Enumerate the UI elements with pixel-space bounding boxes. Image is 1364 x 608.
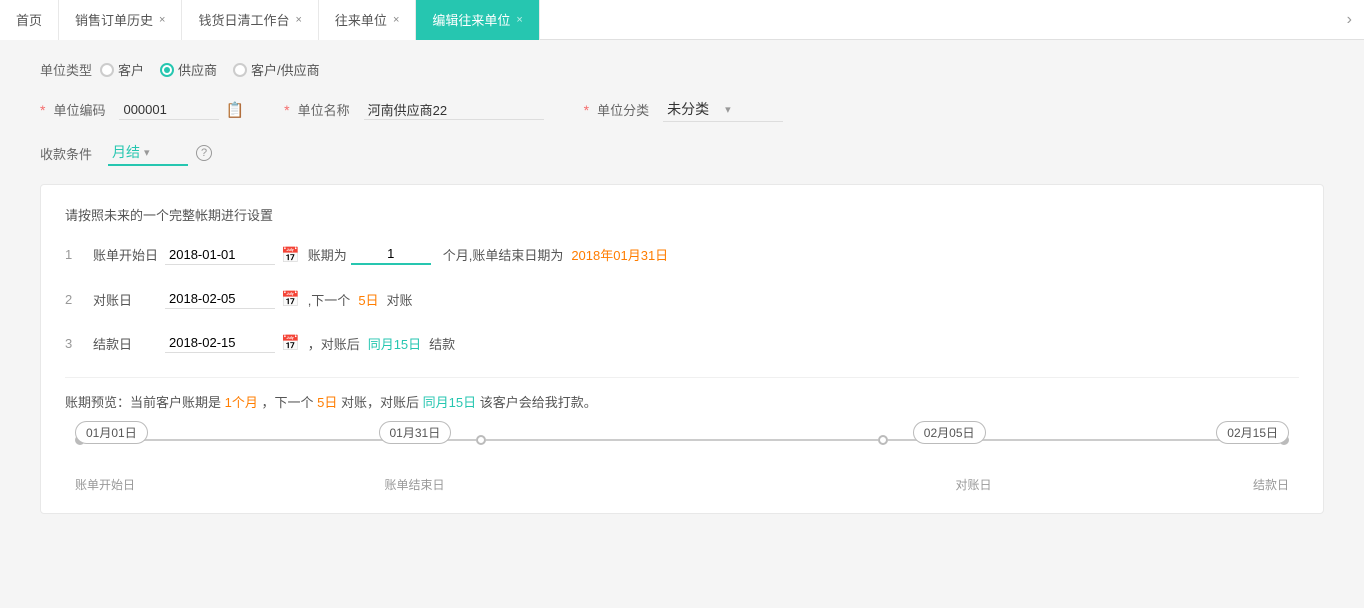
row-3-date-field: 📅 xyxy=(165,333,300,353)
row-2-num: 2 xyxy=(65,292,93,307)
help-icon[interactable]: ? xyxy=(196,145,212,161)
tab-home[interactable]: 首页 xyxy=(0,0,59,40)
preview-end: 该客户会给我打款。 xyxy=(480,395,597,410)
row-2-calendar-icon[interactable]: 📅 xyxy=(281,290,300,308)
category-dropdown[interactable]: 未分类 ▾ xyxy=(663,97,783,122)
row-3-num: 3 xyxy=(65,336,93,351)
unit-name-field: * 单位名称 xyxy=(284,100,543,120)
row-3-date-input[interactable] xyxy=(165,333,275,353)
preview-part3: 同月15日 xyxy=(423,395,476,410)
name-required-star: * xyxy=(284,102,289,118)
tl-node-0: 01月01日 xyxy=(75,421,148,472)
row-3-calendar-icon[interactable]: 📅 xyxy=(281,334,300,352)
name-label: 单位名称 xyxy=(298,100,350,119)
tab-close-sales-history[interactable]: × xyxy=(159,14,165,26)
row-3-type: 结款日 xyxy=(93,334,165,353)
tab-close-partner-units[interactable]: × xyxy=(393,14,399,26)
code-input[interactable] xyxy=(119,100,219,120)
settings-card: 请按照未来的一个完整帐期进行设置 1 账单开始日 📅 账期为 个月,账单结束日期… xyxy=(40,184,1324,514)
tab-cash-work[interactable]: 钱货日清工作台 × xyxy=(182,0,318,40)
row-2-desc-prefix: ,下一个 xyxy=(308,290,351,309)
row-2-date-input[interactable] xyxy=(165,289,275,309)
settings-instruction: 请按照未来的一个完整帐期进行设置 xyxy=(65,205,1299,224)
row-3-desc-suffix: 结款 xyxy=(429,334,455,353)
row-1-desc-suffix: 个月,账单结束日期为 xyxy=(443,245,564,264)
tl-badge-2: 02月05日 xyxy=(913,421,986,444)
timeline-labels-row: 账单开始日 账单结束日 对账日 结款日 xyxy=(75,476,1289,493)
preview-part1: 1个月 xyxy=(225,395,258,410)
tl-label-1: 账单结束日 xyxy=(135,476,694,493)
tl-label-3: 结款日 xyxy=(1253,476,1289,493)
cat-label: 单位分类 xyxy=(597,100,649,119)
unit-type-label: 单位类型 xyxy=(40,60,92,79)
row-1-calendar-icon[interactable]: 📅 xyxy=(281,246,300,264)
tab-edit-partner[interactable]: 编辑往来单位 × xyxy=(416,0,539,40)
payment-dropdown-arrow: ▾ xyxy=(144,146,150,159)
tl-node-1: 01月31日 xyxy=(148,421,682,472)
unit-type-radio-group: 客户 供应商 客户/供应商 xyxy=(100,60,320,79)
radio-both-circle xyxy=(233,63,247,77)
unit-type-row: 单位类型 客户 供应商 客户/供应商 xyxy=(40,60,1324,79)
setting-row-3: 3 结款日 📅 ，对账后 同月15日 结款 xyxy=(65,333,1299,353)
row-1-date-field: 📅 xyxy=(165,245,300,265)
row-2-type: 对账日 xyxy=(93,290,165,309)
tab-close-cash-work[interactable]: × xyxy=(295,14,301,26)
tab-partner-units[interactable]: 往来单位 × xyxy=(319,0,416,40)
category-dropdown-arrow: ▾ xyxy=(725,103,779,116)
tl-node-3: 02月15日 xyxy=(1216,421,1289,472)
preview-middle1: ，下一个 xyxy=(262,395,314,410)
name-input[interactable] xyxy=(364,100,544,120)
row-1-num: 1 xyxy=(65,247,93,262)
row-3-desc-prefix: ，对账后 xyxy=(308,334,360,353)
tab-close-edit-partner[interactable]: × xyxy=(516,14,522,26)
preview-label: 账期预览：当前客户账期是 xyxy=(65,395,221,410)
tl-node-2: 02月05日 xyxy=(682,421,1216,472)
unit-category-field: * 单位分类 未分类 ▾ xyxy=(584,97,783,122)
cat-required-star: * xyxy=(584,102,589,118)
tl-badge-1: 01月31日 xyxy=(379,421,452,444)
tl-badge-0: 01月01日 xyxy=(75,421,148,444)
radio-both[interactable]: 客户/供应商 xyxy=(233,60,320,79)
row-1-period-input[interactable] xyxy=(351,244,431,265)
radio-supplier[interactable]: 供应商 xyxy=(160,60,217,79)
radio-supplier-circle xyxy=(160,63,174,77)
payment-row: 收款条件 月结 ▾ ? xyxy=(40,140,1324,166)
row-1-type: 账单开始日 xyxy=(93,245,165,264)
payment-dropdown[interactable]: 月结 ▾ xyxy=(108,140,188,166)
row-2-date-field: 📅 xyxy=(165,289,300,309)
row-1-date-input[interactable] xyxy=(165,245,275,265)
unit-code-field: * 单位编码 📋 xyxy=(40,100,244,120)
setting-row-1: 1 账单开始日 📅 账期为 个月,账单结束日期为 2018年01月31日 xyxy=(65,244,1299,265)
row-1-highlight: 2018年01月31日 xyxy=(571,245,668,264)
row-1-desc-prefix: 账期为 xyxy=(308,245,347,264)
code-label: 单位编码 xyxy=(53,100,105,119)
payment-label: 收款条件 xyxy=(40,144,92,163)
code-name-category-row: * 单位编码 📋 * 单位名称 * 单位分类 未分类 ▾ xyxy=(40,97,1324,122)
code-required-star: * xyxy=(40,102,45,118)
tl-label-2: 对账日 xyxy=(694,476,1253,493)
preview-middle2: 对账，对账后 xyxy=(341,395,419,410)
tabs-bar: 首页 销售订单历史 × 钱货日清工作台 × 往来单位 × 编辑往来单位 × › xyxy=(0,0,1364,40)
row-3-highlight2: 同月15日 xyxy=(368,334,421,353)
preview-part2: 5日 xyxy=(317,395,337,410)
radio-customer[interactable]: 客户 xyxy=(100,60,144,79)
page-content: 单位类型 客户 供应商 客户/供应商 * 单位编码 📋 * 单位名称 xyxy=(0,40,1364,608)
tabs-scroll-right[interactable]: › xyxy=(1335,11,1364,29)
timeline-badges-row: 01月01日 01月31日 02月05日 02月15日 xyxy=(75,421,1289,472)
setting-row-2: 2 对账日 📅 ,下一个 5日 对账 xyxy=(65,289,1299,309)
code-calendar-icon[interactable]: 📋 xyxy=(225,101,244,119)
row-2-desc-suffix: 对账 xyxy=(387,290,413,309)
tab-sales-history[interactable]: 销售订单历史 × xyxy=(59,0,182,40)
preview-text: 账期预览：当前客户账期是 1个月 ，下一个 5日 对账，对账后 同月15日 该客… xyxy=(65,392,1299,411)
row-2-highlight1: 5日 xyxy=(358,290,378,309)
tl-label-0: 账单开始日 xyxy=(75,476,135,493)
radio-customer-circle xyxy=(100,63,114,77)
tl-badge-3: 02月15日 xyxy=(1216,421,1289,444)
